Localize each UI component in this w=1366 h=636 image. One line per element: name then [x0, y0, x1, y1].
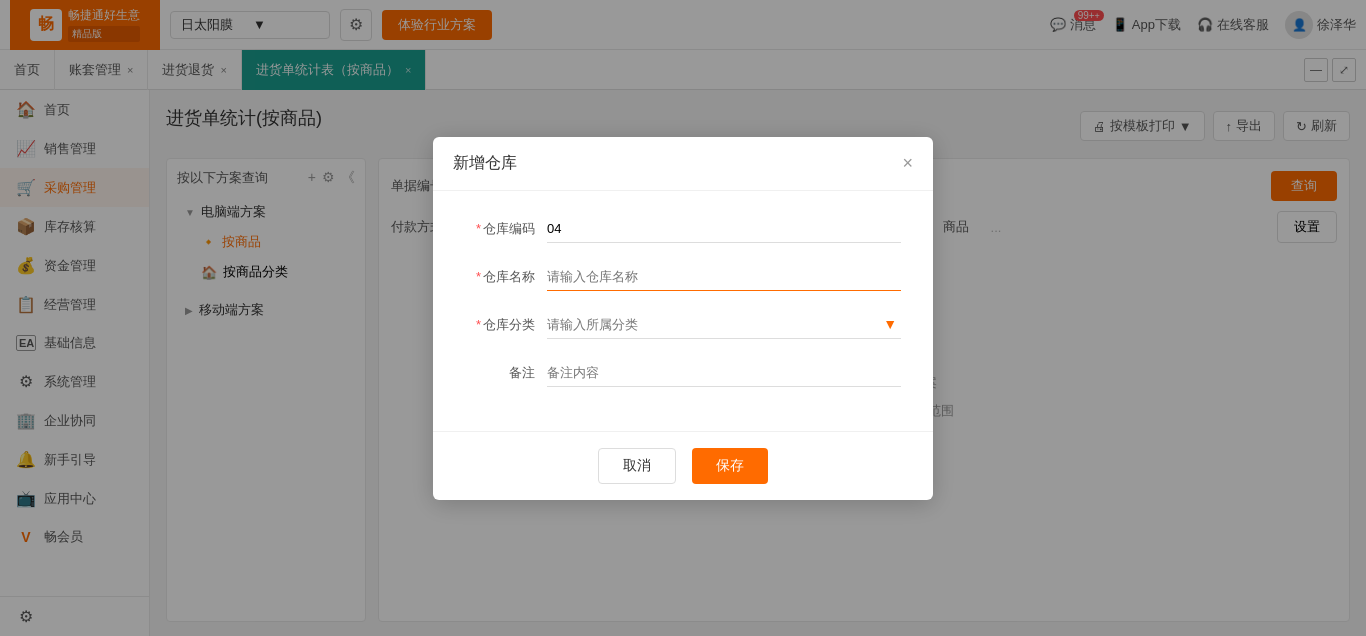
warehouse-code-row: *仓库编码 — [465, 215, 901, 243]
modal-footer: 取消 保存 — [433, 431, 933, 500]
warehouse-category-input[interactable] — [547, 311, 879, 338]
required-mark-name: * — [476, 269, 481, 284]
warehouse-name-label: *仓库名称 — [465, 268, 535, 286]
warehouse-category-row: *仓库分类 ▼ — [465, 311, 901, 339]
modal-title: 新增仓库 — [453, 153, 517, 174]
warehouse-remarks-input[interactable] — [547, 359, 901, 387]
modal-body: *仓库编码 *仓库名称 *仓库分类 ▼ — [433, 191, 933, 431]
warehouse-remarks-label: 备注 — [465, 364, 535, 382]
warehouse-code-input[interactable] — [547, 215, 901, 243]
modal-header: 新增仓库 × — [433, 137, 933, 191]
required-mark-code: * — [476, 221, 481, 236]
cancel-button[interactable]: 取消 — [598, 448, 676, 484]
new-warehouse-modal: 新增仓库 × *仓库编码 *仓库名称 *仓库分类 — [433, 137, 933, 500]
warehouse-category-label: *仓库分类 — [465, 316, 535, 334]
warehouse-name-row: *仓库名称 — [465, 263, 901, 291]
required-mark-category: * — [476, 317, 481, 332]
warehouse-category-select[interactable]: ▼ — [547, 311, 901, 339]
warehouse-code-label: *仓库编码 — [465, 220, 535, 238]
category-dropdown-icon[interactable]: ▼ — [879, 316, 901, 332]
warehouse-name-input[interactable] — [547, 263, 901, 291]
modal-overlay[interactable]: 新增仓库 × *仓库编码 *仓库名称 *仓库分类 — [0, 0, 1366, 636]
save-button[interactable]: 保存 — [692, 448, 768, 484]
modal-close-icon[interactable]: × — [902, 153, 913, 174]
warehouse-remarks-row: 备注 — [465, 359, 901, 387]
